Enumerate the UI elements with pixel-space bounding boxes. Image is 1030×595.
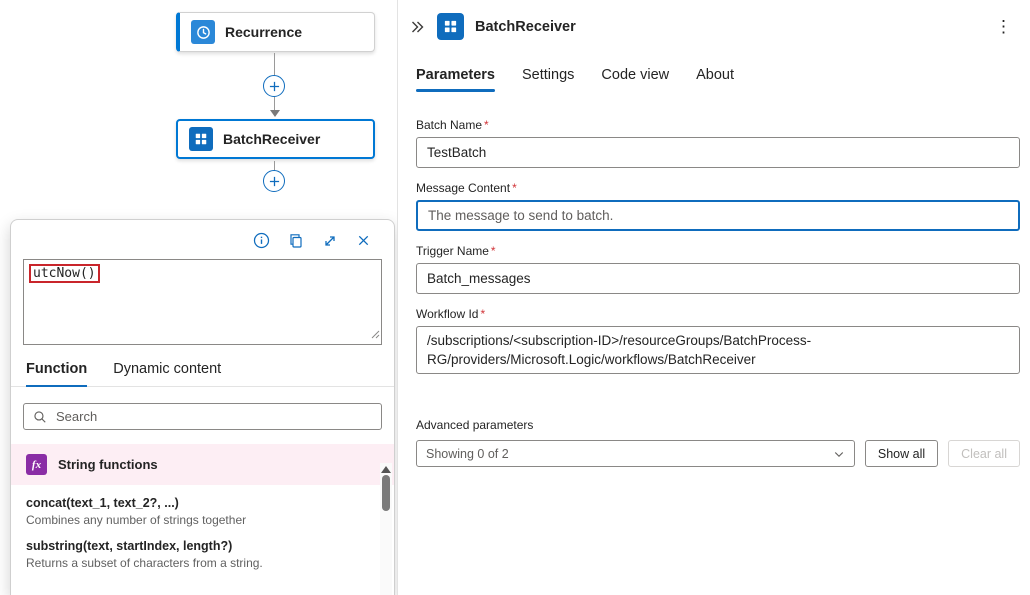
plus-icon [269, 176, 280, 187]
batch-name-field-group: Batch Name* [416, 118, 1020, 168]
batchreceiver-card[interactable]: BatchReceiver [176, 119, 375, 159]
workflow-id-label: Workflow Id [416, 307, 478, 321]
connector-arrowhead [270, 110, 280, 117]
expression-input[interactable]: utcNow() [23, 259, 382, 345]
dropdown-value: Showing 0 of 2 [426, 447, 509, 461]
batch-name-label: Batch Name [416, 118, 482, 132]
string-functions-category[interactable]: fx String functions [11, 444, 394, 485]
panel-tabs: Parameters Settings Code view About [398, 40, 1030, 92]
workflow-id-field-group: Workflow Id* /subscriptions/<subscriptio… [416, 307, 1020, 374]
recurrence-card[interactable]: Recurrence [176, 12, 375, 52]
batchreceiver-panel-icon [437, 13, 464, 40]
expression-tabs: Function Dynamic content [11, 345, 394, 387]
trigger-name-input[interactable] [416, 263, 1020, 294]
expression-editor-popup: utcNow() Function Dynamic content fx Str… [10, 219, 395, 595]
panel-header: BatchReceiver ⋮ [398, 0, 1030, 40]
resize-handle-icon[interactable] [370, 328, 380, 343]
parameters-form: Batch Name* Message Content* Trigger Nam… [398, 92, 1030, 467]
chevron-down-icon [833, 448, 845, 460]
logic-apps-designer: Recurrence BatchReceiver [0, 0, 1030, 595]
show-all-button[interactable]: Show all [865, 440, 938, 467]
tab-function[interactable]: Function [26, 361, 87, 386]
advanced-parameters-section: Advanced parameters Showing 0 of 2 Show … [416, 418, 1020, 467]
function-search[interactable] [23, 403, 382, 430]
tab-settings[interactable]: Settings [522, 67, 574, 92]
batch-name-input[interactable] [416, 137, 1020, 168]
required-asterisk: * [480, 307, 485, 321]
tab-code-view[interactable]: Code view [601, 67, 669, 92]
copy-icon[interactable] [287, 232, 304, 249]
add-action-button-1[interactable] [263, 75, 285, 97]
add-action-button-2[interactable] [263, 170, 285, 192]
scrollbar[interactable] [380, 463, 392, 595]
required-asterisk: * [484, 118, 489, 132]
advanced-parameters-dropdown[interactable]: Showing 0 of 2 [416, 440, 855, 467]
batchreceiver-panel: BatchReceiver ⋮ Parameters Settings Code… [397, 0, 1030, 595]
required-asterisk: * [491, 244, 496, 258]
panel-title: BatchReceiver [475, 19, 576, 35]
function-signature: substring(text, startIndex, length?) [26, 539, 379, 553]
message-content-label: Message Content [416, 181, 510, 195]
tab-about[interactable]: About [696, 67, 734, 92]
category-label: String functions [58, 457, 158, 472]
search-icon [33, 410, 47, 424]
message-content-field-group: Message Content* [416, 181, 1020, 231]
function-description: Returns a subset of characters from a st… [26, 556, 379, 570]
scrollbar-thumb[interactable] [382, 475, 390, 511]
batchreceiver-icon [189, 127, 213, 151]
expression-toolbar [11, 220, 394, 254]
required-asterisk: * [512, 181, 517, 195]
plus-icon [269, 81, 280, 92]
scroll-up-icon[interactable] [381, 466, 391, 473]
more-options-icon[interactable]: ⋮ [989, 16, 1018, 37]
trigger-name-label: Trigger Name [416, 244, 489, 258]
function-item-substring[interactable]: substring(text, startIndex, length?) Ret… [11, 528, 394, 571]
function-signature: concat(text_1, text_2?, ...) [26, 496, 379, 510]
close-icon[interactable] [355, 232, 372, 249]
workflow-id-input[interactable]: /subscriptions/<subscription-ID>/resourc… [416, 326, 1020, 374]
batchreceiver-label: BatchReceiver [223, 131, 320, 147]
expression-text: utcNow() [29, 264, 100, 283]
function-item-concat[interactable]: concat(text_1, text_2?, ...) Combines an… [11, 485, 394, 528]
recurrence-clock-icon [191, 20, 215, 44]
function-description: Combines any number of strings together [26, 513, 379, 527]
info-icon[interactable] [253, 232, 270, 249]
tab-dynamic-content[interactable]: Dynamic content [113, 361, 221, 386]
expand-icon[interactable] [321, 232, 338, 249]
fx-icon: fx [26, 454, 47, 475]
clear-all-button[interactable]: Clear all [948, 440, 1020, 467]
message-content-input[interactable] [416, 200, 1020, 231]
tab-parameters[interactable]: Parameters [416, 67, 495, 92]
trigger-name-field-group: Trigger Name* [416, 244, 1020, 294]
advanced-parameters-label: Advanced parameters [416, 418, 1020, 432]
search-input[interactable] [56, 409, 372, 424]
collapse-panel-icon[interactable] [408, 18, 426, 36]
advanced-parameters-row: Showing 0 of 2 Show all Clear all [416, 440, 1020, 467]
recurrence-label: Recurrence [225, 24, 302, 40]
